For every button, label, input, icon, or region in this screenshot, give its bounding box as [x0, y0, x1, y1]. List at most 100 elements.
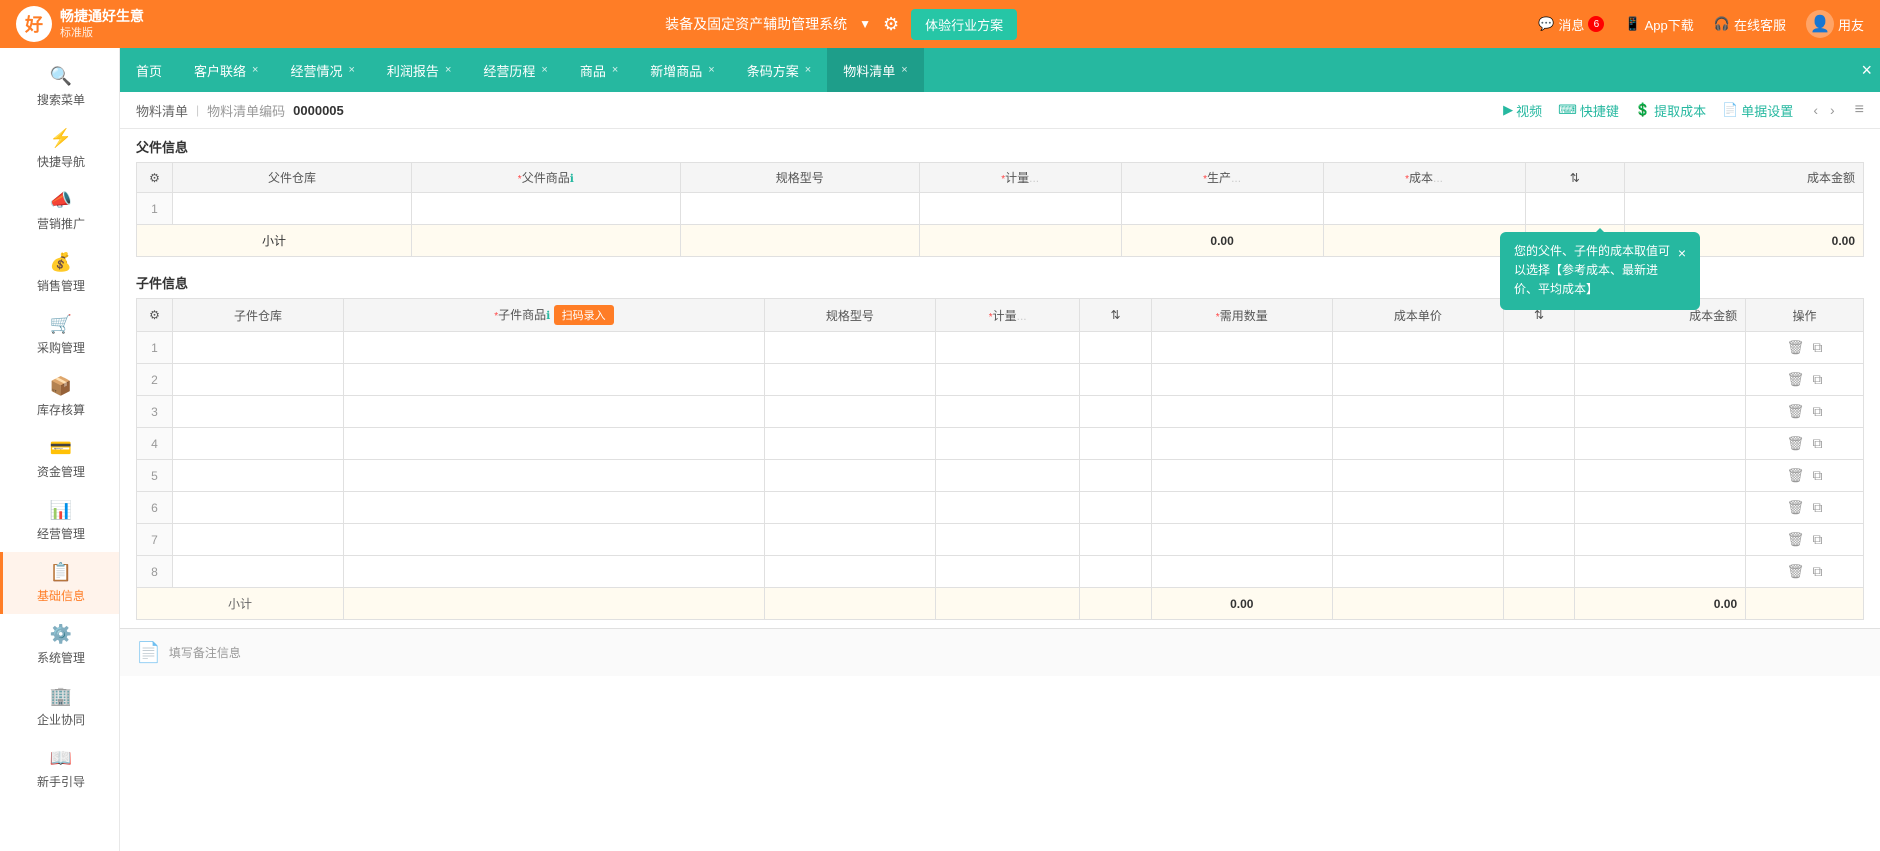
sidebar-item-enterprise[interactable]: 🏢 企业协同 — [0, 676, 119, 738]
child-row-1-unit-cost[interactable] — [1332, 332, 1503, 364]
tab-goods-close[interactable]: × — [612, 64, 618, 76]
tab-barcode[interactable]: 条码方案 × — [731, 48, 827, 92]
delete-icon[interactable]: 🗑 — [1787, 499, 1805, 516]
child-row-2-unit-cost[interactable] — [1332, 364, 1503, 396]
child-row-3-unit-cost[interactable] — [1332, 396, 1503, 428]
child-row-7-goods[interactable] — [344, 524, 765, 556]
child-row-1-warehouse[interactable] — [173, 332, 344, 364]
child-row-2-qty[interactable] — [1151, 364, 1332, 396]
child-row-4-unit[interactable] — [935, 428, 1080, 460]
child-row-8-goods[interactable] — [344, 556, 765, 588]
close-tab-icon[interactable]: × — [1861, 60, 1872, 81]
child-row-2-goods[interactable] — [344, 364, 765, 396]
sidebar-item-purchase[interactable]: 🛒 采购管理 — [0, 304, 119, 366]
sidebar-item-operation[interactable]: 📊 经营管理 — [0, 490, 119, 552]
copy-icon[interactable]: ⧉ — [1812, 435, 1822, 452]
app-download-button[interactable]: 📱 App下载 — [1624, 15, 1693, 34]
delete-icon[interactable]: 🗑 — [1787, 435, 1805, 452]
tab-operation-history-close[interactable]: × — [541, 64, 547, 76]
child-row-7-warehouse[interactable] — [173, 524, 344, 556]
message-button[interactable]: 💬 消息 6 — [1538, 15, 1604, 34]
copy-icon[interactable]: ⧉ — [1812, 403, 1822, 420]
copy-icon[interactable]: ⧉ — [1812, 499, 1822, 516]
tab-bom-close[interactable]: × — [901, 64, 907, 76]
child-row-8-warehouse[interactable] — [173, 556, 344, 588]
sidebar-item-search[interactable]: 🔍 搜索菜单 — [0, 56, 119, 118]
child-row-7-spec[interactable] — [764, 524, 935, 556]
child-row-2-spec[interactable] — [764, 364, 935, 396]
prev-arrow[interactable]: ‹ — [1809, 100, 1822, 120]
sidebar-item-guide[interactable]: 📖 新手引导 — [0, 738, 119, 800]
child-row-5-goods[interactable] — [344, 460, 765, 492]
single-settings-button[interactable]: 📄 单据设置 — [1722, 101, 1793, 120]
breadcrumb-bom[interactable]: 物料清单 — [136, 101, 188, 120]
tab-operation-status-close[interactable]: × — [348, 64, 354, 76]
child-row-6-unit-cost[interactable] — [1332, 492, 1503, 524]
child-row-7-unit-cost[interactable] — [1332, 524, 1503, 556]
child-row-7-unit[interactable] — [935, 524, 1080, 556]
delete-icon[interactable]: 🗑 — [1787, 467, 1805, 484]
copy-icon[interactable]: ⧉ — [1812, 371, 1822, 388]
extract-cost-button[interactable]: 💲 提取成本 — [1635, 101, 1706, 120]
child-row-4-warehouse[interactable] — [173, 428, 344, 460]
child-row-6-spec[interactable] — [764, 492, 935, 524]
user-menu-button[interactable]: 👤 用友 — [1806, 10, 1864, 38]
child-row-3-goods[interactable] — [344, 396, 765, 428]
child-row-6-unit[interactable] — [935, 492, 1080, 524]
tab-add-goods[interactable]: 新增商品 × — [634, 48, 730, 92]
sidebar-item-sales[interactable]: 💰 销售管理 — [0, 242, 119, 304]
online-service-button[interactable]: 🎧 在线客服 — [1714, 15, 1786, 34]
delete-icon[interactable]: 🗑 — [1787, 403, 1805, 420]
system-title-dropdown-icon[interactable]: ▼ — [859, 17, 871, 31]
child-row-1-qty[interactable] — [1151, 332, 1332, 364]
child-row-5-unit-cost[interactable] — [1332, 460, 1503, 492]
child-row-6-warehouse[interactable] — [173, 492, 344, 524]
tab-operation-status[interactable]: 经营情况 × — [274, 48, 370, 92]
child-row-8-qty[interactable] — [1151, 556, 1332, 588]
sidebar-item-marketing[interactable]: 📣 营销推广 — [0, 180, 119, 242]
child-row-2-unit[interactable] — [935, 364, 1080, 396]
child-row-4-goods[interactable] — [344, 428, 765, 460]
sidebar-item-finance[interactable]: 💳 资金管理 — [0, 428, 119, 490]
child-row-1-spec[interactable] — [764, 332, 935, 364]
delete-icon[interactable]: 🗑 — [1787, 339, 1805, 356]
tab-operation-history[interactable]: 经营历程 × — [467, 48, 563, 92]
child-row-5-warehouse[interactable] — [173, 460, 344, 492]
child-row-6-qty[interactable] — [1151, 492, 1332, 524]
tooltip-close-button[interactable]: × — [1678, 242, 1686, 264]
tab-barcode-close[interactable]: × — [805, 64, 811, 76]
list-view-button[interactable]: ≡ — [1855, 101, 1864, 119]
child-col-settings[interactable]: ⚙ — [137, 299, 173, 332]
tab-bom[interactable]: 物料清单 × — [827, 48, 923, 92]
sidebar-item-quick-nav[interactable]: ⚡ 快捷导航 — [0, 118, 119, 180]
parent-row-1-production[interactable] — [1121, 193, 1323, 225]
tab-goods[interactable]: 商品 × — [564, 48, 634, 92]
child-row-4-qty[interactable] — [1151, 428, 1332, 460]
tab-profit-report[interactable]: 利润报告 × — [371, 48, 467, 92]
next-arrow[interactable]: › — [1826, 100, 1839, 120]
copy-icon[interactable]: ⧉ — [1812, 563, 1822, 580]
delete-icon[interactable]: 🗑 — [1787, 371, 1805, 388]
note-placeholder[interactable]: 填写备注信息 — [169, 644, 241, 661]
child-row-2-warehouse[interactable] — [173, 364, 344, 396]
child-row-3-spec[interactable] — [764, 396, 935, 428]
settings-icon[interactable]: ⚙ — [883, 14, 899, 35]
tab-home[interactable]: 首页 — [120, 48, 178, 92]
child-row-5-unit[interactable] — [935, 460, 1080, 492]
scan-input-button[interactable]: 扫码录入 — [554, 305, 614, 325]
child-row-1-goods[interactable] — [344, 332, 765, 364]
parent-row-1-cost[interactable] — [1323, 193, 1525, 225]
child-row-6-goods[interactable] — [344, 492, 765, 524]
sidebar-item-inventory[interactable]: 📦 库存核算 — [0, 366, 119, 428]
sidebar-item-system[interactable]: ⚙️ 系统管理 — [0, 614, 119, 676]
copy-icon[interactable]: ⧉ — [1812, 531, 1822, 548]
view-video-button[interactable]: ▶ 视频 — [1503, 101, 1542, 120]
delete-icon[interactable]: 🗑 — [1787, 563, 1805, 580]
delete-icon[interactable]: 🗑 — [1787, 531, 1805, 548]
try-industry-button[interactable]: 体验行业方案 — [911, 9, 1017, 40]
parent-row-1-unit[interactable] — [919, 193, 1121, 225]
child-row-5-spec[interactable] — [764, 460, 935, 492]
child-row-4-spec[interactable] — [764, 428, 935, 460]
copy-icon[interactable]: ⧉ — [1812, 339, 1822, 356]
child-row-1-unit[interactable] — [935, 332, 1080, 364]
